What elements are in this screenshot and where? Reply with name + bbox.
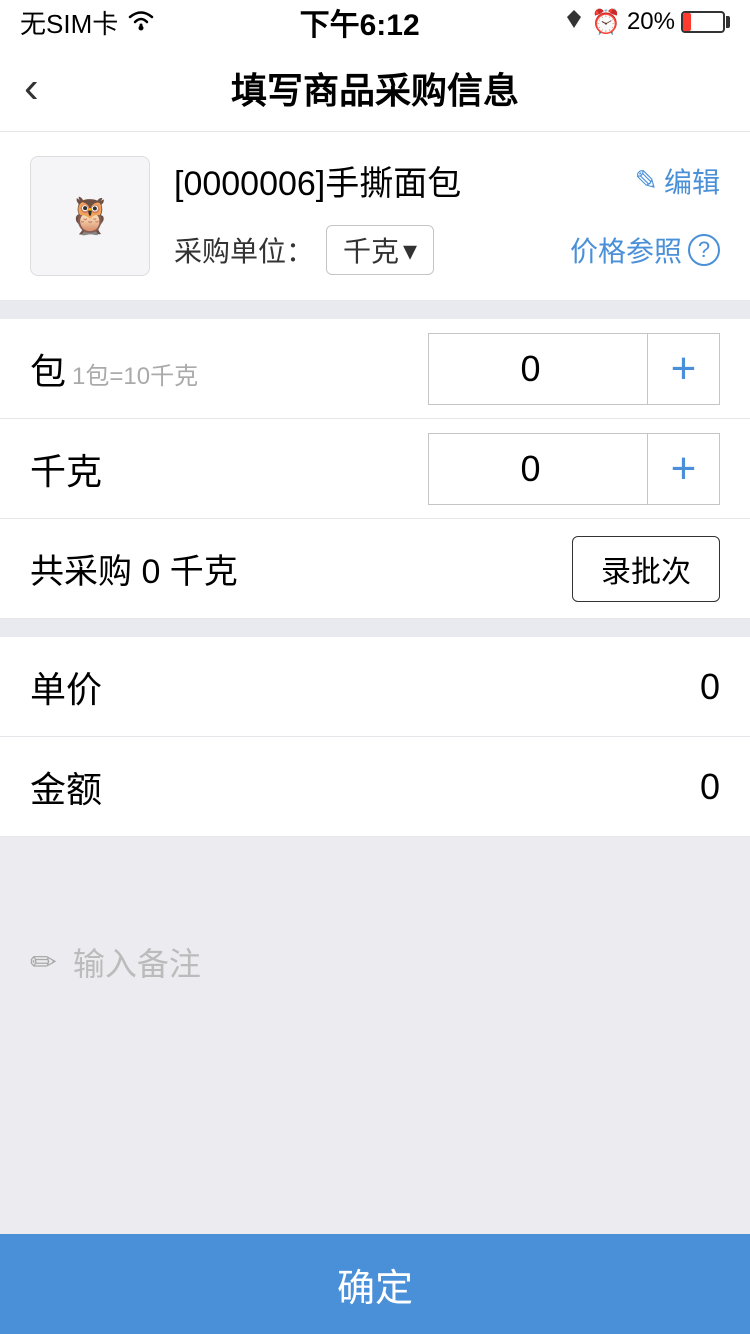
status-right-icons: ⏰ 20% <box>563 8 730 37</box>
bag-plus-button[interactable]: + <box>648 333 720 405</box>
notes-placeholder: 输入备注 <box>73 939 201 985</box>
main-content: 🦉 [0000006]手撕面包 ✎ 编辑 采购单位： 千克 ▾ <box>0 132 750 1234</box>
info-icon: ? <box>688 234 720 266</box>
unit-label: 采购单位： <box>174 230 314 270</box>
price-ref-label: 价格参照 <box>570 230 682 270</box>
bag-sublabel: 1包=10千克 <box>72 363 198 390</box>
kg-plus-button[interactable]: + <box>648 433 720 505</box>
unit-row: 采购单位： 千克 ▾ <box>174 225 434 275</box>
product-top-row: [0000006]手撕面包 ✎ 编辑 <box>174 156 720 205</box>
batch-button[interactable]: 录批次 <box>572 536 720 602</box>
page-title: 填写商品采购信息 <box>231 62 519 114</box>
status-time: 下午6:12 <box>300 0 420 44</box>
bag-label: 包1包=10千克 <box>30 343 198 395</box>
background-spacer <box>0 1087 750 1235</box>
dropdown-arrow-icon: ▾ <box>403 234 417 267</box>
product-card: 🦉 [0000006]手撕面包 ✎ 编辑 采购单位： 千克 ▾ <box>0 132 750 301</box>
unit-value: 千克 <box>343 230 399 270</box>
carrier-text: 无SIM卡 <box>20 4 118 41</box>
summary-row: 共采购 0 千克 录批次 <box>0 519 750 619</box>
summary-text: 共采购 0 千克 <box>30 544 238 593</box>
price-reference-button[interactable]: 价格参照 ? <box>570 230 720 270</box>
alarm-icon: ⏰ <box>591 8 621 37</box>
status-bar: 无SIM卡 下午6:12 ⏰ 20% <box>0 0 750 44</box>
location-icon <box>563 8 585 37</box>
notes-section[interactable]: ✏ 输入备注 <box>0 837 750 1087</box>
nav-bar: ‹ 填写商品采购信息 <box>0 44 750 132</box>
battery-percentage: 20% <box>627 8 675 36</box>
amount-label: 金额 <box>30 761 102 813</box>
kg-label: 千克 <box>30 443 190 495</box>
confirm-button[interactable]: 确定 <box>0 1234 750 1334</box>
product-bottom-row: 采购单位： 千克 ▾ 价格参照 ? <box>174 225 720 275</box>
bag-quantity-input[interactable] <box>428 333 648 405</box>
product-owl-icon: 🦉 <box>68 195 113 237</box>
product-name: [0000006]手撕面包 <box>174 156 461 205</box>
amount-value: 0 <box>700 766 720 808</box>
kg-input-row: 千克 + <box>0 419 750 519</box>
divider-1 <box>0 301 750 319</box>
edit-label: 编辑 <box>664 161 720 201</box>
status-carrier-wifi: 无SIM卡 <box>20 4 156 41</box>
edit-button[interactable]: ✎ 编辑 <box>635 161 720 201</box>
kg-input-right: + <box>428 433 720 505</box>
confirm-label: 确定 <box>337 1257 413 1312</box>
input-section: 包1包=10千克 + 千克 + <box>0 319 750 519</box>
kg-quantity-input[interactable] <box>428 433 648 505</box>
battery-icon <box>681 11 730 33</box>
wifi-icon <box>126 7 156 38</box>
amount-row: 金额 0 <box>0 737 750 837</box>
unit-price-value: 0 <box>700 666 720 708</box>
back-button[interactable]: ‹ <box>24 66 39 110</box>
divider-2 <box>0 619 750 637</box>
pencil-icon: ✏ <box>30 943 57 981</box>
unit-price-label: 单价 <box>30 661 102 713</box>
unit-select[interactable]: 千克 ▾ <box>326 225 434 275</box>
bag-input-right: + <box>428 333 720 405</box>
edit-icon: ✎ <box>635 164 658 197</box>
price-section: 单价 0 金额 0 <box>0 637 750 837</box>
unit-price-row: 单价 0 <box>0 637 750 737</box>
product-image: 🦉 <box>30 156 150 276</box>
bag-input-row: 包1包=10千克 + <box>0 319 750 419</box>
product-info: [0000006]手撕面包 ✎ 编辑 采购单位： 千克 ▾ 价格参照 ? <box>174 156 720 275</box>
